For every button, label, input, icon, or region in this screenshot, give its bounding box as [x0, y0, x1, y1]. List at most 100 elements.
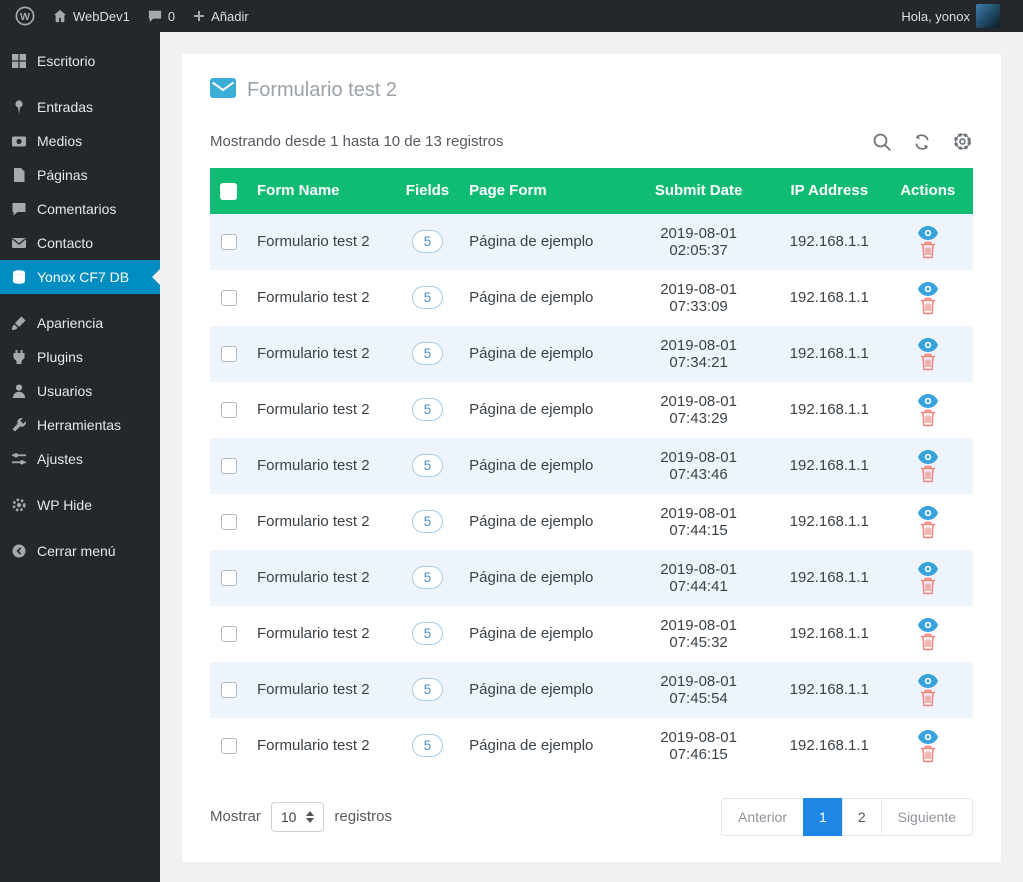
- view-entry-eye-icon[interactable]: [917, 562, 938, 577]
- wordpress-logo-icon[interactable]: W: [6, 0, 44, 32]
- records-label: registros: [334, 808, 392, 826]
- row-checkbox[interactable]: [220, 402, 237, 419]
- sidebar-item-cerrar-menu[interactable]: Cerrar menú: [0, 534, 160, 568]
- sidebar-item-usuarios[interactable]: Usuarios: [0, 374, 160, 408]
- fields-count-badge: 5: [411, 230, 444, 254]
- page-form-cell: Página de ejemplo: [469, 737, 594, 755]
- submit-date-cell: 2019-08-01 07:44:41: [660, 560, 737, 595]
- page-size-select[interactable]: 10: [270, 801, 325, 832]
- settings-gear-icon[interactable]: [952, 131, 973, 152]
- view-entry-eye-icon[interactable]: [917, 394, 938, 409]
- table-row: Formulario test 2 5 Página de ejemplo 20…: [210, 605, 973, 662]
- delete-entry-trash-icon[interactable]: [920, 521, 936, 539]
- sidebar-item-comentarios[interactable]: Comentarios: [0, 192, 160, 226]
- form-name-cell: Formulario test 2: [257, 401, 370, 419]
- delete-entry-trash-icon[interactable]: [920, 689, 936, 707]
- ip-address-cell: 192.168.1.1: [789, 625, 869, 643]
- view-entry-eye-icon[interactable]: [917, 450, 938, 465]
- delete-entry-trash-icon[interactable]: [920, 241, 936, 259]
- view-entry-eye-icon[interactable]: [917, 506, 938, 521]
- sidebar-item-wp-hide[interactable]: WP Hide: [0, 488, 160, 522]
- sidebar-item-label: Ajustes: [37, 451, 83, 467]
- row-checkbox[interactable]: [220, 682, 237, 699]
- appearance-icon: [10, 314, 28, 332]
- row-checkbox[interactable]: [220, 458, 237, 475]
- submit-date-cell: 2019-08-01 07:45:54: [660, 672, 737, 707]
- sidebar-item-herramientas[interactable]: Herramientas: [0, 408, 160, 442]
- submit-date-cell: 2019-08-01 07:33:09: [660, 280, 737, 315]
- sidebar-item-label: Entradas: [37, 99, 94, 115]
- view-entry-eye-icon[interactable]: [917, 226, 938, 241]
- delete-entry-trash-icon[interactable]: [920, 297, 936, 315]
- view-entry-eye-icon[interactable]: [917, 674, 938, 689]
- header-form-name: Form Name: [247, 168, 396, 214]
- sidebar-item-entradas[interactable]: Entradas: [0, 90, 160, 124]
- comments-link[interactable]: 0: [139, 0, 184, 32]
- ip-address-cell: 192.168.1.1: [789, 513, 869, 531]
- view-entry-eye-icon[interactable]: [917, 730, 938, 745]
- form-name-cell: Formulario test 2: [257, 737, 370, 755]
- add-new-link[interactable]: Añadir: [184, 0, 258, 32]
- delete-entry-trash-icon[interactable]: [920, 409, 936, 427]
- fields-count-badge: 5: [411, 454, 444, 478]
- mail-icon: [10, 234, 28, 252]
- select-all-checkbox[interactable]: [220, 182, 237, 200]
- delete-entry-trash-icon[interactable]: [920, 353, 936, 371]
- view-entry-eye-icon[interactable]: [917, 338, 938, 353]
- sidebar-item-yonox-cf7-db[interactable]: Yonox CF7 DB: [0, 260, 160, 294]
- sidebar-item-medios[interactable]: Medios: [0, 124, 160, 158]
- page-number-button-1[interactable]: 1: [803, 797, 843, 836]
- sidebar-item-contacto[interactable]: Contacto: [0, 226, 160, 260]
- dashboard-icon: [10, 52, 28, 70]
- header-ip-address: IP Address: [776, 168, 883, 214]
- ip-address-cell: 192.168.1.1: [789, 681, 869, 699]
- refresh-icon[interactable]: [912, 132, 932, 152]
- page-form-cell: Página de ejemplo: [469, 681, 594, 699]
- sidebar-item-ajustes[interactable]: Ajustes: [0, 442, 160, 476]
- fields-count-badge: 5: [411, 398, 444, 422]
- envelope-icon: [210, 78, 236, 103]
- header-submit-date: Submit Date: [621, 168, 777, 214]
- sidebar-item-apariencia[interactable]: Apariencia: [0, 306, 160, 340]
- users-icon: [10, 382, 28, 400]
- site-name-link[interactable]: WebDev1: [44, 0, 139, 32]
- user-account-link[interactable]: Hola, yonox: [892, 0, 1009, 32]
- sidebar-item-label: WP Hide: [37, 497, 92, 513]
- search-icon[interactable]: [872, 132, 892, 152]
- form-name-cell: Formulario test 2: [257, 513, 370, 531]
- fields-count-badge: 5: [411, 678, 444, 702]
- delete-entry-trash-icon[interactable]: [920, 465, 936, 483]
- row-checkbox[interactable]: [220, 626, 237, 643]
- ip-address-cell: 192.168.1.1: [789, 289, 869, 307]
- view-entry-eye-icon[interactable]: [917, 282, 938, 297]
- next-page-button[interactable]: Siguiente: [880, 797, 973, 836]
- sidebar-item-label: Comentarios: [37, 201, 117, 217]
- delete-entry-trash-icon[interactable]: [920, 577, 936, 595]
- sidebar-item-label: Plugins: [37, 349, 83, 365]
- ip-address-cell: 192.168.1.1: [789, 569, 869, 587]
- page-form-cell: Página de ejemplo: [469, 401, 594, 419]
- sidebar-item-plugins[interactable]: Plugins: [0, 340, 160, 374]
- sidebar-item-label: Escritorio: [37, 53, 96, 69]
- delete-entry-trash-icon[interactable]: [920, 633, 936, 651]
- header-page-form: Page Form: [459, 168, 622, 214]
- row-checkbox[interactable]: [220, 738, 237, 755]
- row-checkbox[interactable]: [220, 346, 237, 363]
- row-checkbox[interactable]: [220, 514, 237, 531]
- fields-count-badge: 5: [411, 510, 444, 534]
- page-number-button-2[interactable]: 2: [841, 797, 882, 836]
- row-checkbox[interactable]: [220, 234, 237, 251]
- sidebar-item-paginas[interactable]: Páginas: [0, 158, 160, 192]
- sidebar-item-escritorio[interactable]: Escritorio: [0, 44, 160, 78]
- delete-entry-trash-icon[interactable]: [920, 745, 936, 763]
- add-new-label: Añadir: [211, 8, 249, 24]
- avatar: [976, 4, 1000, 28]
- view-entry-eye-icon[interactable]: [917, 618, 938, 633]
- row-checkbox[interactable]: [220, 570, 237, 587]
- sidebar-item-label: Usuarios: [37, 383, 93, 399]
- previous-page-button[interactable]: Anterior: [720, 797, 805, 836]
- site-name: WebDev1: [73, 8, 130, 24]
- fields-count-badge: 5: [411, 342, 444, 366]
- row-checkbox[interactable]: [220, 290, 237, 307]
- page-form-cell: Página de ejemplo: [469, 625, 594, 643]
